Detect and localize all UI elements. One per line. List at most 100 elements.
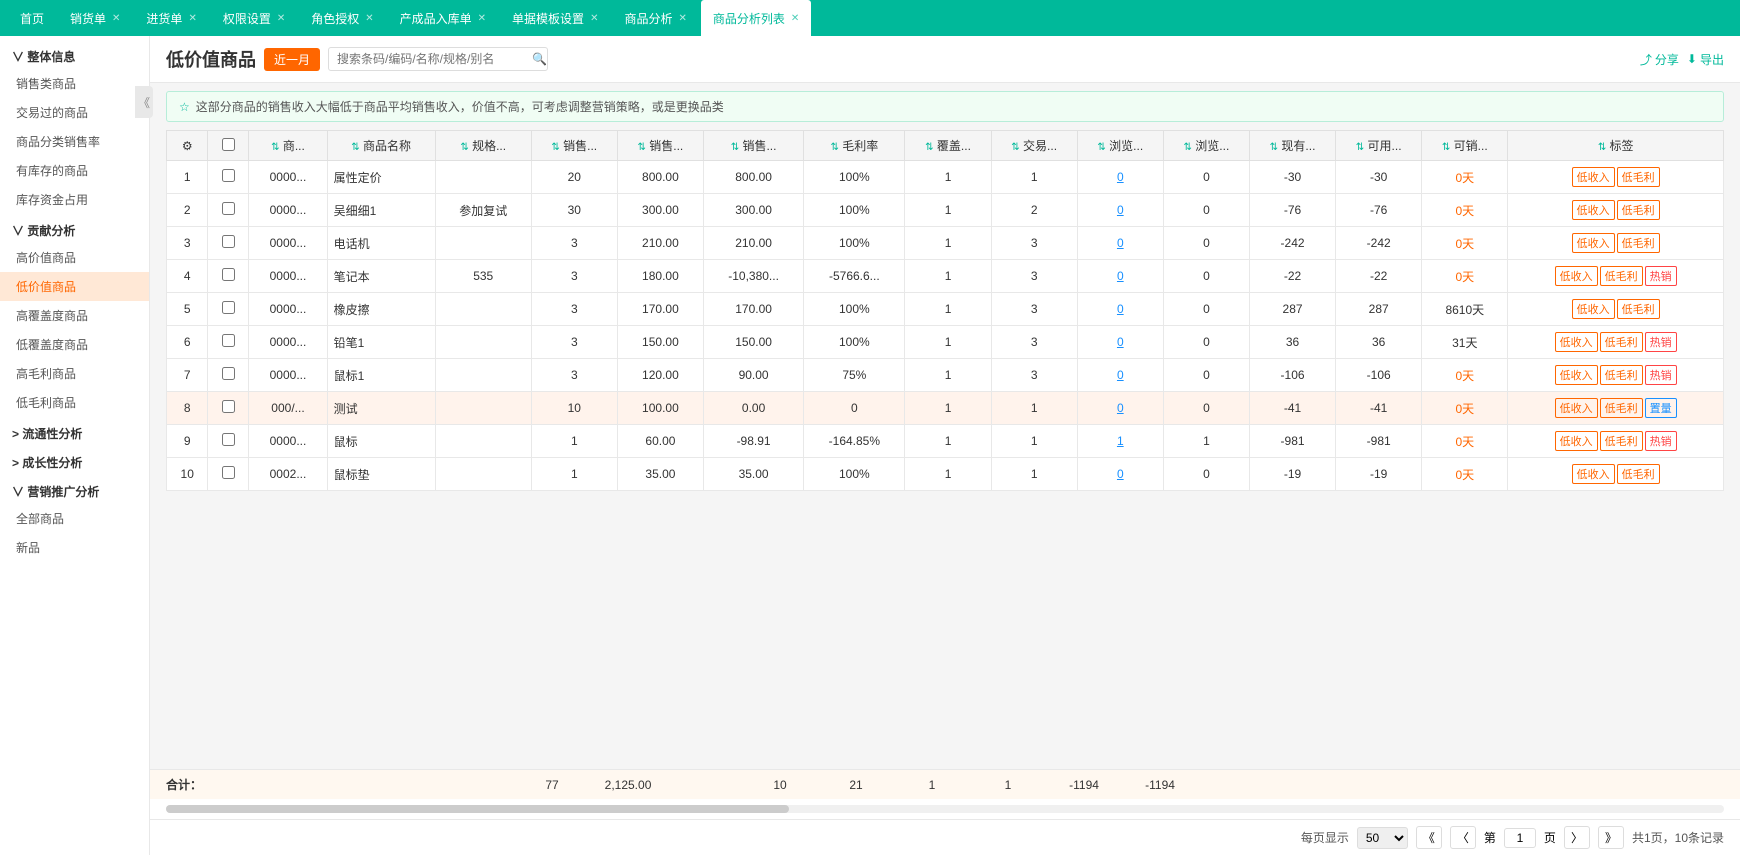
close-icon[interactable]: ✕ (478, 13, 486, 24)
nav-product-analysis[interactable]: 商品分析 ✕ (612, 0, 698, 36)
close-icon[interactable]: ✕ (365, 13, 373, 24)
browse-link[interactable]: 0 (1117, 170, 1124, 184)
sidebar-item-high-value[interactable]: 高价值商品 (0, 243, 149, 272)
browse-link[interactable]: 0 (1117, 236, 1124, 250)
next-page-button[interactable]: 〉 (1564, 826, 1590, 849)
row-browse1[interactable]: 1 (1077, 425, 1163, 458)
sidebar-item-high-margin[interactable]: 高毛利商品 (0, 359, 149, 388)
th-sales-amt[interactable]: ⇅ 销售... (617, 131, 703, 161)
nav-purchase-order[interactable]: 进货单 ✕ (134, 0, 208, 36)
browse-link[interactable]: 0 (1117, 203, 1124, 217)
export-button[interactable]: ⬇ 导出 (1687, 51, 1724, 68)
row-browse1[interactable]: 0 (1077, 227, 1163, 260)
sidebar-group-overall[interactable]: ∨ 整体信息 (0, 40, 149, 69)
share-button[interactable]: ⤴ 分享 (1640, 51, 1679, 68)
sidebar-item-new-goods[interactable]: 新品 (0, 533, 149, 562)
th-tags[interactable]: ⇅ 标签 (1508, 131, 1724, 161)
th-sales-qty[interactable]: ⇅ 销售... (531, 131, 617, 161)
browse-link[interactable]: 0 (1117, 467, 1124, 481)
row-browse1[interactable]: 0 (1077, 359, 1163, 392)
nav-template[interactable]: 单据模板设置 ✕ (500, 0, 610, 36)
browse-link[interactable]: 0 (1117, 401, 1124, 415)
close-icon[interactable]: ✕ (590, 13, 598, 24)
first-page-button[interactable]: 《 (1416, 826, 1442, 849)
row-checkbox[interactable] (208, 227, 249, 260)
search-input[interactable] (328, 47, 548, 71)
sidebar-item-low-margin[interactable]: 低毛利商品 (0, 388, 149, 417)
row-browse1[interactable]: 0 (1077, 161, 1163, 194)
th-sales-val[interactable]: ⇅ 销售... (703, 131, 803, 161)
browse-link[interactable]: 1 (1117, 434, 1124, 448)
row-select-checkbox[interactable] (222, 169, 235, 182)
sidebar-group-contribution[interactable]: ∨ 贡献分析 (0, 214, 149, 243)
sidebar-item-all-goods[interactable]: 全部商品 (0, 504, 149, 533)
row-checkbox[interactable] (208, 425, 249, 458)
th-checkbox[interactable] (208, 131, 249, 161)
row-select-checkbox[interactable] (222, 301, 235, 314)
browse-link[interactable]: 0 (1117, 302, 1124, 316)
th-transactions[interactable]: ⇅ 交易... (991, 131, 1077, 161)
prev-page-button[interactable]: 〈 (1450, 826, 1476, 849)
row-select-checkbox[interactable] (222, 202, 235, 215)
th-code[interactable]: ⇅ 商... (249, 131, 327, 161)
page-size-select[interactable]: 50 20 100 (1357, 827, 1408, 849)
nav-product-in[interactable]: 产成品入库单 ✕ (388, 0, 498, 36)
row-browse1[interactable]: 0 (1077, 293, 1163, 326)
close-icon[interactable]: ✕ (112, 13, 120, 24)
row-select-checkbox[interactable] (222, 433, 235, 446)
row-checkbox[interactable] (208, 293, 249, 326)
th-coverage[interactable]: ⇅ 覆盖... (905, 131, 991, 161)
browse-link[interactable]: 0 (1117, 335, 1124, 349)
nav-sales-order[interactable]: 销货单 ✕ (58, 0, 132, 36)
sidebar-item-low-value[interactable]: 低价值商品 (0, 272, 149, 301)
th-settings[interactable]: ⚙ (167, 131, 208, 161)
th-browse2[interactable]: ⇅ 浏览... (1163, 131, 1249, 161)
row-browse1[interactable]: 0 (1077, 260, 1163, 293)
row-browse1[interactable]: 0 (1077, 326, 1163, 359)
sidebar-item-low-coverage[interactable]: 低覆盖度商品 (0, 330, 149, 359)
row-checkbox[interactable] (208, 392, 249, 425)
sidebar-group-growth[interactable]: > 成长性分析 (0, 446, 149, 475)
browse-link[interactable]: 0 (1117, 368, 1124, 382)
page-input[interactable] (1504, 828, 1536, 848)
th-sellable[interactable]: ⇅ 可销... (1422, 131, 1508, 161)
search-icon[interactable]: 🔍 (532, 52, 547, 66)
nav-product-analysis-list[interactable]: 商品分析列表 ✕ (701, 0, 811, 36)
nav-role-auth[interactable]: 角色授权 ✕ (299, 0, 385, 36)
row-checkbox[interactable] (208, 194, 249, 227)
row-browse1[interactable]: 0 (1077, 194, 1163, 227)
row-select-checkbox[interactable] (222, 334, 235, 347)
th-name[interactable]: ⇅ 商品名称 (327, 131, 435, 161)
close-icon[interactable]: ✕ (188, 13, 196, 24)
th-stock[interactable]: ⇅ 现有... (1249, 131, 1335, 161)
row-select-checkbox[interactable] (222, 268, 235, 281)
row-browse1[interactable]: 0 (1077, 392, 1163, 425)
row-checkbox[interactable] (208, 458, 249, 491)
close-icon[interactable]: ✕ (277, 13, 285, 24)
sidebar-item-category-rate[interactable]: 商品分类销售率 (0, 127, 149, 156)
sidebar-item-high-coverage[interactable]: 高覆盖度商品 (0, 301, 149, 330)
sidebar-group-marketing[interactable]: ∨ 营销推广分析 (0, 475, 149, 504)
row-checkbox[interactable] (208, 161, 249, 194)
filter-recent-month-button[interactable]: 近一月 (264, 48, 320, 71)
close-icon[interactable]: ✕ (791, 13, 799, 24)
close-icon[interactable]: ✕ (678, 13, 686, 24)
row-select-checkbox[interactable] (222, 400, 235, 413)
row-checkbox[interactable] (208, 359, 249, 392)
row-select-checkbox[interactable] (222, 466, 235, 479)
sidebar-item-capital-occupy[interactable]: 库存资金占用 (0, 185, 149, 214)
sidebar-item-stock-goods[interactable]: 有库存的商品 (0, 156, 149, 185)
th-spec[interactable]: ⇅ 规格... (435, 131, 531, 161)
nav-permission[interactable]: 权限设置 ✕ (211, 0, 297, 36)
browse-link[interactable]: 0 (1117, 269, 1124, 283)
nav-home[interactable]: 首页 (8, 0, 56, 36)
th-available[interactable]: ⇅ 可用... (1336, 131, 1422, 161)
last-page-button[interactable]: 》 (1598, 826, 1624, 849)
th-gross-rate[interactable]: ⇅ 毛利率 (804, 131, 905, 161)
row-checkbox[interactable] (208, 260, 249, 293)
row-select-checkbox[interactable] (222, 367, 235, 380)
row-select-checkbox[interactable] (222, 235, 235, 248)
sidebar-collapse-button[interactable]: 《 (135, 86, 153, 118)
select-all-checkbox[interactable] (222, 138, 235, 151)
sidebar-group-flow[interactable]: > 流通性分析 (0, 417, 149, 446)
